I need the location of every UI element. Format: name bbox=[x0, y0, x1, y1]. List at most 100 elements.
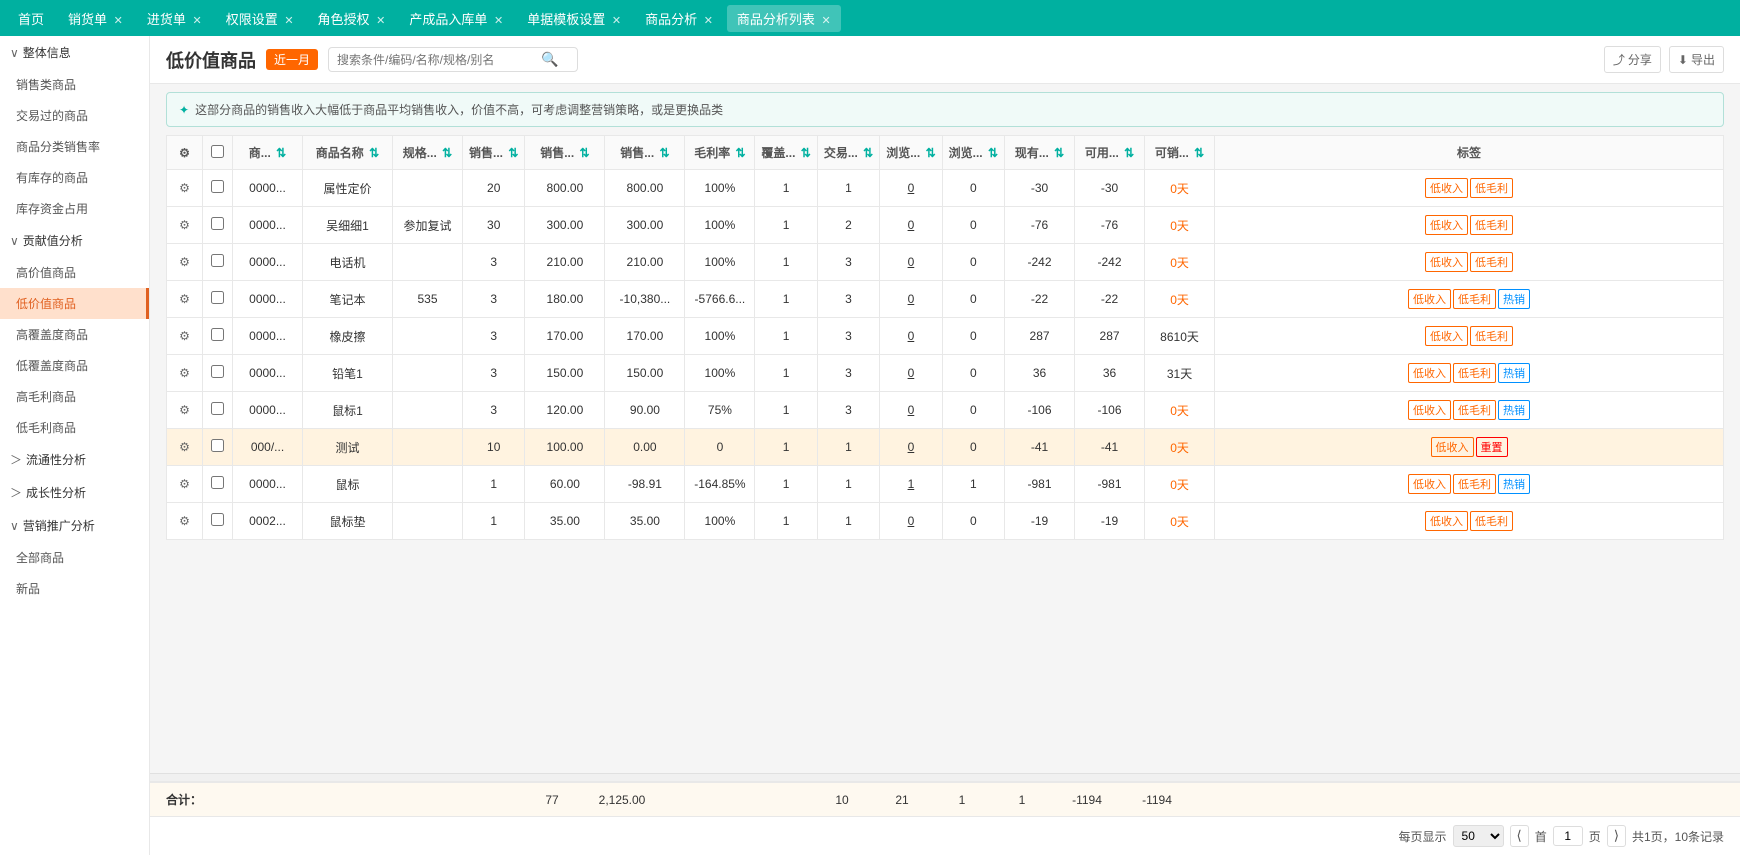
per-page-select[interactable]: 50 100 200 bbox=[1453, 825, 1504, 847]
row-gear-cell[interactable]: ⚙ bbox=[167, 429, 203, 466]
nav-products-in[interactable]: 产成品入库单 ✕ bbox=[399, 5, 513, 32]
close-products-in-icon[interactable]: ✕ bbox=[494, 15, 503, 27]
row-checkbox[interactable] bbox=[211, 291, 224, 304]
views-link[interactable]: 0 bbox=[908, 440, 915, 454]
nav-permissions[interactable]: 权限设置 ✕ bbox=[216, 5, 304, 32]
sidebar-section-circulation[interactable]: ＞ 流通性分析 bbox=[0, 443, 149, 476]
sidebar: ∨ 整体信息 销售类商品 交易过的商品 商品分类销售率 有库存的商品 库存资金占… bbox=[0, 36, 150, 855]
sidebar-item-category-rate[interactable]: 商品分类销售率 bbox=[0, 131, 149, 162]
row-checkbox[interactable] bbox=[211, 328, 224, 341]
col-sales-qty[interactable]: 销售... ⇅ bbox=[463, 136, 525, 170]
col-views1[interactable]: 浏览... ⇅ bbox=[880, 136, 942, 170]
nav-roles[interactable]: 角色授权 ✕ bbox=[308, 5, 396, 32]
sidebar-section-circulation-label: 流通性分析 bbox=[26, 451, 86, 468]
row-gear-cell[interactable]: ⚙ bbox=[167, 503, 203, 540]
close-analysis-list-icon[interactable]: ✕ bbox=[822, 15, 831, 27]
row-gross-margin: 100% bbox=[685, 503, 755, 540]
close-roles-icon[interactable]: ✕ bbox=[376, 15, 385, 27]
sidebar-item-traded-products[interactable]: 交易过的商品 bbox=[0, 100, 149, 131]
row-gear-cell[interactable]: ⚙ bbox=[167, 466, 203, 503]
sidebar-section-marketing[interactable]: ∨ 营销推广分析 bbox=[0, 509, 149, 542]
row-views2: 0 bbox=[942, 170, 1004, 207]
search-input[interactable] bbox=[337, 53, 537, 67]
page-number-input[interactable] bbox=[1553, 826, 1583, 846]
sidebar-item-high-value[interactable]: 高价值商品 bbox=[0, 257, 149, 288]
row-gear-cell[interactable]: ⚙ bbox=[167, 244, 203, 281]
views-link[interactable]: 0 bbox=[908, 292, 915, 306]
time-tag-button[interactable]: 近一月 bbox=[266, 49, 318, 70]
row-gear-cell[interactable]: ⚙ bbox=[167, 392, 203, 429]
sidebar-item-sales-products[interactable]: 销售类商品 bbox=[0, 69, 149, 100]
nav-sales[interactable]: 销货单 ✕ bbox=[58, 5, 133, 32]
horizontal-scrollbar[interactable] bbox=[150, 773, 1740, 781]
sidebar-item-new-products[interactable]: 新品 bbox=[0, 573, 149, 604]
views-link[interactable]: 0 bbox=[908, 514, 915, 528]
tag-label: 低毛利 bbox=[1453, 400, 1496, 420]
sidebar-item-low-margin[interactable]: 低毛利商品 bbox=[0, 412, 149, 443]
row-checkbox[interactable] bbox=[211, 476, 224, 489]
col-views2[interactable]: 浏览... ⇅ bbox=[942, 136, 1004, 170]
sidebar-item-low-value[interactable]: 低价值商品 bbox=[0, 288, 149, 319]
row-checkbox[interactable] bbox=[211, 254, 224, 267]
row-gear-cell[interactable]: ⚙ bbox=[167, 355, 203, 392]
sidebar-section-contribution[interactable]: ∨ 贡献值分析 bbox=[0, 224, 149, 257]
row-checkbox[interactable] bbox=[211, 402, 224, 415]
row-checkbox[interactable] bbox=[211, 513, 224, 526]
row-gear-cell[interactable]: ⚙ bbox=[167, 318, 203, 355]
col-saleable[interactable]: 可销... ⇅ bbox=[1145, 136, 1215, 170]
col-sales-avg[interactable]: 销售... ⇅ bbox=[605, 136, 685, 170]
sidebar-item-in-stock[interactable]: 有库存的商品 bbox=[0, 162, 149, 193]
views-link[interactable]: 1 bbox=[908, 477, 915, 491]
col-code[interactable]: 商... ⇅ bbox=[233, 136, 303, 170]
col-gross-margin[interactable]: 毛利率 ⇅ bbox=[685, 136, 755, 170]
row-saleable: 0天 bbox=[1145, 207, 1215, 244]
sidebar-item-high-coverage[interactable]: 高覆盖度商品 bbox=[0, 319, 149, 350]
last-page-button[interactable]: ⟩ bbox=[1607, 825, 1626, 847]
row-checkbox[interactable] bbox=[211, 365, 224, 378]
nav-template[interactable]: 单据模板设置 ✕ bbox=[517, 5, 631, 32]
row-checkbox[interactable] bbox=[211, 217, 224, 230]
views-link[interactable]: 0 bbox=[908, 181, 915, 195]
col-tags[interactable]: 标签 bbox=[1215, 136, 1724, 170]
select-all-checkbox[interactable] bbox=[211, 145, 224, 158]
sidebar-section-general[interactable]: ∨ 整体信息 bbox=[0, 36, 149, 69]
search-icon[interactable]: 🔍 bbox=[541, 51, 558, 68]
close-analysis-icon[interactable]: ✕ bbox=[704, 15, 713, 27]
first-page-button[interactable]: ⟨ bbox=[1510, 825, 1529, 847]
col-name[interactable]: 商品名称 ⇅ bbox=[303, 136, 393, 170]
views-link[interactable]: 0 bbox=[908, 403, 915, 417]
nav-purchase[interactable]: 进货单 ✕ bbox=[137, 5, 212, 32]
views-link[interactable]: 0 bbox=[908, 329, 915, 343]
sidebar-item-inventory-fund[interactable]: 库存资金占用 bbox=[0, 193, 149, 224]
export-button[interactable]: ⬇ 导出 bbox=[1669, 46, 1724, 73]
share-button[interactable]: ⤴ 分享 bbox=[1604, 46, 1661, 73]
col-spec[interactable]: 规格... ⇅ bbox=[393, 136, 463, 170]
row-gear-cell[interactable]: ⚙ bbox=[167, 207, 203, 244]
row-gear-cell[interactable]: ⚙ bbox=[167, 170, 203, 207]
views-link[interactable]: 0 bbox=[908, 218, 915, 232]
col-gear[interactable]: ⚙ bbox=[167, 136, 203, 170]
nav-home[interactable]: 首页 bbox=[8, 5, 54, 32]
col-transaction[interactable]: 交易... ⇅ bbox=[817, 136, 879, 170]
close-purchase-icon[interactable]: ✕ bbox=[192, 15, 201, 27]
sidebar-item-all-products[interactable]: 全部商品 bbox=[0, 542, 149, 573]
col-current[interactable]: 现有... ⇅ bbox=[1005, 136, 1075, 170]
col-coverage[interactable]: 覆盖... ⇅ bbox=[755, 136, 817, 170]
close-permissions-icon[interactable]: ✕ bbox=[284, 15, 293, 27]
row-coverage: 1 bbox=[755, 207, 817, 244]
row-checkbox[interactable] bbox=[211, 180, 224, 193]
close-sales-icon[interactable]: ✕ bbox=[114, 15, 123, 27]
col-usable[interactable]: 可用... ⇅ bbox=[1075, 136, 1145, 170]
row-checkbox[interactable] bbox=[211, 439, 224, 452]
footer-label: 合计： bbox=[166, 791, 226, 808]
sidebar-item-high-margin[interactable]: 高毛利商品 bbox=[0, 381, 149, 412]
close-template-icon[interactable]: ✕ bbox=[612, 15, 621, 27]
sidebar-section-growth[interactable]: ＞ 成长性分析 bbox=[0, 476, 149, 509]
row-gear-cell[interactable]: ⚙ bbox=[167, 281, 203, 318]
views-link[interactable]: 0 bbox=[908, 366, 915, 380]
col-sales-amt[interactable]: 销售... ⇅ bbox=[525, 136, 605, 170]
nav-analysis-list[interactable]: 商品分析列表 ✕ bbox=[727, 5, 841, 32]
views-link[interactable]: 0 bbox=[908, 255, 915, 269]
nav-analysis[interactable]: 商品分析 ✕ bbox=[635, 5, 723, 32]
sidebar-item-low-coverage[interactable]: 低覆盖度商品 bbox=[0, 350, 149, 381]
